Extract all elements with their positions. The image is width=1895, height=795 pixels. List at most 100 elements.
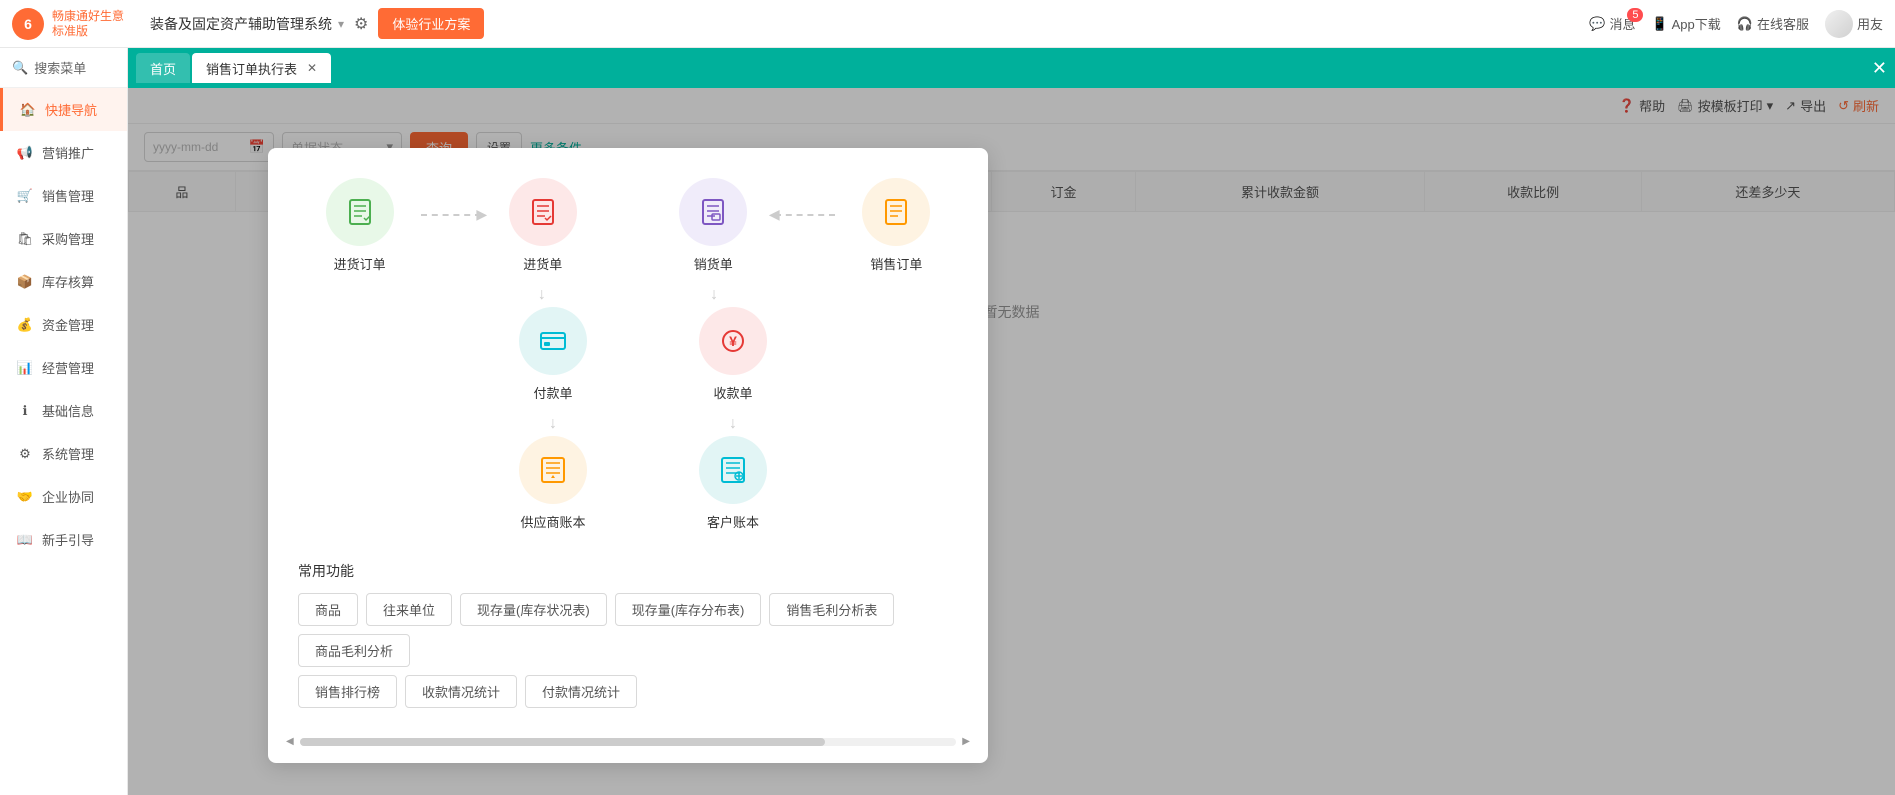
btn-receipt-stats[interactable]: 收款情况统计 [405,675,517,708]
tab-bar: 首页 销售订单执行表 ✕ ✕ [128,48,1895,88]
supplier-circle [519,436,587,504]
settings-icon[interactable]: ⚙ [354,14,368,34]
scroll-thumb[interactable] [300,738,825,746]
flow-down-arrows: ↓ ↓ [298,283,958,307]
logo-area: 6 畅康通好生意 标准版 [12,8,132,40]
flow-down-arrows-2: ↓ ↓ [298,412,958,436]
flow-row-2: 付款单 ¥ 收款单 [298,307,958,402]
content-area: 首页 销售订单执行表 ✕ ✕ ❓ 帮助 [128,48,1895,795]
sidebar-item-cooperation[interactable]: 🤝 企业协同 [0,475,127,518]
sidebar-item-inventory[interactable]: 📦 库存核算 [0,260,127,303]
system-dropdown-icon[interactable]: ▾ [338,17,344,31]
logo-icon: 6 [12,8,44,40]
logo-text: 畅康通好生意 标准版 [52,9,124,38]
phone-icon: 📱 [1651,16,1667,32]
sales-bill-circle [679,178,747,246]
close-window-icon[interactable]: ✕ [1872,58,1887,79]
arrow-sales-order-to-bill: ◀ [775,214,835,238]
sidebar-item-sales[interactable]: 🛒 销售管理 [0,174,127,217]
tab-sales-order[interactable]: 销售订单执行表 ✕ [192,53,331,83]
modal-overlay[interactable]: 进货订单 ▶ [128,88,1895,795]
btn-goods[interactable]: 商品 [298,593,358,626]
tab-close-icon[interactable]: ✕ [307,61,317,75]
down-arrow-payment: ↓ [488,416,618,432]
btn-partners[interactable]: 往来单位 [366,593,452,626]
modal-dialog: 进货订单 ▶ [268,148,988,763]
btn-sales-rank[interactable]: 销售排行榜 [298,675,397,708]
guide-icon: 📖 [16,531,34,549]
flow-node-purchase-order[interactable]: 进货订单 [298,178,421,273]
top-bar: 6 畅康通好生意 标准版 装备及固定资产辅助管理系统 ▾ ⚙ 体验行业方案 💬 … [0,0,1895,48]
btn-stock-status[interactable]: 现存量(库存状况表) [460,593,607,626]
down-arrow-purchase-bill: ↓ [480,287,604,303]
sidebar-item-system[interactable]: ⚙ 系统管理 [0,432,127,475]
experience-button[interactable]: 体验行业方案 [378,8,484,39]
message-icon: 💬 [1589,16,1605,32]
inventory-icon: 📦 [16,273,34,291]
purchase-order-circle [326,178,394,246]
common-functions-title: 常用功能 [298,561,958,581]
sidebar: 🔍 搜索菜单 🏠 快捷导航 📢 营销推广 🛒 销售管理 🛍 采购管理 📦 [0,48,128,795]
sidebar-search[interactable]: 🔍 搜索菜单 [0,48,127,88]
flow-row-1: 进货订单 ▶ [298,178,958,273]
purchase-bill-circle [509,178,577,246]
flow-node-purchase-bill[interactable]: 进货单 [481,178,604,273]
online-service-item[interactable]: 🎧 在线客服 [1737,14,1809,33]
btn-goods-profit[interactable]: 商品毛利分析 [298,634,410,667]
search-icon: 🔍 [12,60,28,76]
sidebar-item-guide[interactable]: 📖 新手引导 [0,518,127,561]
flow-node-customer[interactable]: 客户账本 [668,436,798,531]
main-area: 🔍 搜索菜单 🏠 快捷导航 📢 营销推广 🛒 销售管理 🛍 采购管理 📦 [0,48,1895,795]
common-buttons-row2: 销售排行榜 收款情况统计 付款情况统计 [298,675,958,708]
avatar [1825,10,1853,38]
btn-sales-profit[interactable]: 销售毛利分析表 [769,593,894,626]
arrow-purchase-to-bill: ▶ [421,214,481,238]
down-arrow-receipt: ↓ [668,416,798,432]
sidebar-item-purchase[interactable]: 🛍 采购管理 [0,217,127,260]
btn-payment-stats[interactable]: 付款情况统计 [525,675,637,708]
purchase-icon: 🛍 [16,230,34,248]
customer-circle [699,436,767,504]
payment-circle [519,307,587,375]
sidebar-item-marketing[interactable]: 📢 营销推广 [0,131,127,174]
sidebar-item-quicknav[interactable]: 🏠 快捷导航 [0,88,127,131]
flow-node-receipt[interactable]: ¥ 收款单 [668,307,798,402]
flow-node-payment[interactable]: 付款单 [488,307,618,402]
btn-stock-dist[interactable]: 现存量(库存分布表) [615,593,762,626]
scroll-right-arrow[interactable]: ▶ [960,736,972,747]
content-body: ❓ 帮助 🖨 按模板打印 ▾ ↗ 导出 ↺ [128,88,1895,795]
home-icon: 🏠 [19,101,37,119]
down-arrow-sales-bill: ↓ [652,287,776,303]
svg-text:¥: ¥ [729,333,737,349]
baseinfo-icon: ℹ [16,402,34,420]
scroll-controls: ◀ ▶ [284,736,972,747]
flow-section: 进货订单 ▶ [268,148,988,561]
marketing-icon: 📢 [16,144,34,162]
message-badge: 5 [1627,8,1643,22]
receipt-circle: ¥ [699,307,767,375]
sales-order-circle [862,178,930,246]
user-item[interactable]: 用友 [1825,10,1883,38]
system-title: 装备及固定资产辅助管理系统 ▾ [150,14,344,34]
common-functions-section: 常用功能 商品 往来单位 现存量(库存状况表) 现存量(库存分布表) 销售毛利分… [268,561,988,728]
flow-node-supplier[interactable]: 供应商账本 [488,436,618,531]
cooperation-icon: 🤝 [16,488,34,506]
sidebar-item-finance[interactable]: 💰 资金管理 [0,303,127,346]
flow-node-sales-order[interactable]: 销售订单 [835,178,958,273]
tab-home[interactable]: 首页 [136,53,190,83]
management-icon: 📊 [16,359,34,377]
app-container: 6 畅康通好生意 标准版 装备及固定资产辅助管理系统 ▾ ⚙ 体验行业方案 💬 … [0,0,1895,795]
system-icon: ⚙ [16,445,34,463]
common-buttons-group: 商品 往来单位 现存量(库存状况表) 现存量(库存分布表) 销售毛利分析表 商品… [298,593,958,667]
scroll-left-arrow[interactable]: ◀ [284,736,296,747]
scroll-track [300,738,957,746]
sales-icon: 🛒 [16,187,34,205]
app-download-item[interactable]: 📱 App下载 [1651,14,1720,33]
flow-node-sales-bill[interactable]: 销货单 [652,178,775,273]
headset-icon: 🎧 [1737,16,1753,32]
sidebar-item-baseinfo[interactable]: ℹ 基础信息 [0,389,127,432]
top-right: 💬 消息 5 📱 App下载 🎧 在线客服 用友 [1589,10,1883,38]
message-item[interactable]: 💬 消息 5 [1589,14,1635,33]
finance-icon: 💰 [16,316,34,334]
sidebar-item-management[interactable]: 📊 经营管理 [0,346,127,389]
